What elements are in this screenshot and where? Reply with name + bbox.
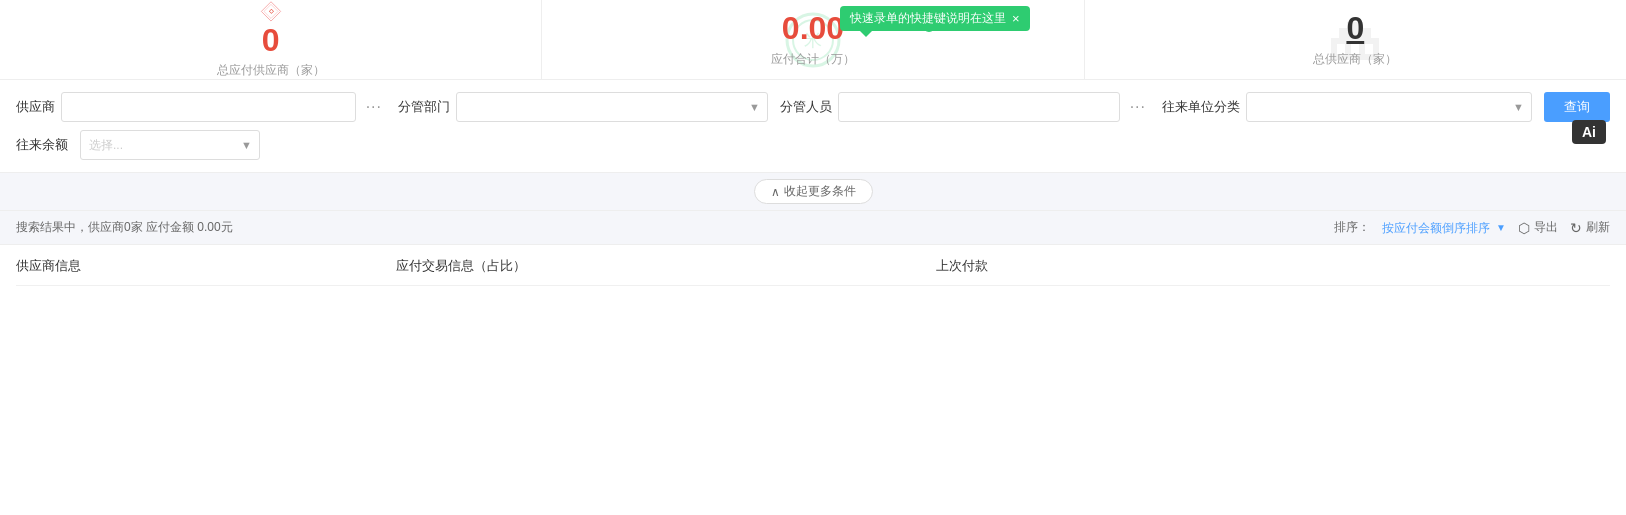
person-ellipsis-btn[interactable]: ··· [1126,98,1150,116]
filter-unit-category: 往来单位分类 ▼ [1162,92,1532,122]
balance-label: 往来余额 [16,136,68,154]
refresh-icon: ↻ [1570,220,1582,236]
balance-select[interactable]: 选择... [80,130,260,160]
export-label: 导出 [1534,219,1558,236]
filter-row-2: 往来余额 选择... ▼ [16,130,1610,160]
collapse-btn-label: 收起更多条件 [784,183,856,200]
sort-label: 排序： [1334,219,1370,236]
person-input[interactable] [838,92,1120,122]
export-button[interactable]: ⬡ 导出 [1518,219,1558,236]
export-icon: ⬡ [1518,220,1530,236]
tooltip-bubble: 快速录单的快捷键说明在这里 × [840,6,1030,31]
person-label: 分管人员 [780,98,832,116]
filter-person: 分管人员 ··· [780,92,1150,122]
collapse-up-icon: ∧ [771,185,780,199]
refresh-label: 刷新 [1586,219,1610,236]
collapse-button[interactable]: ∧ 收起更多条件 [754,179,873,204]
filter-row-1: 供应商 ··· 分管部门 ▼ 分管人员 ··· 往来单位分类 [16,92,1610,122]
balance-select-wrapper: 选择... ▼ [80,130,260,160]
refresh-button[interactable]: ↻ 刷新 [1570,219,1610,236]
total-payable-suppliers-label: 总应付供应商（家） [217,62,325,79]
result-info: 搜索结果中，供应商0家 应付金额 0.00元 [16,219,233,236]
stats-bar: ◇ 0 总应付供应商（家） 快速录单的快捷键说明在这里 × 米 0.00 应付合… [0,0,1626,80]
stat-total-suppliers: 0 总供应商（家） [1085,0,1626,79]
sort-select-wrapper: 按应付会额倒序排序 ▼ [1382,221,1506,235]
supplier-ellipsis-btn[interactable]: ··· [362,98,386,116]
collapse-bar: ∧ 收起更多条件 [0,173,1626,211]
table-header: 供应商信息 应付交易信息（占比） 上次付款 [16,245,1610,286]
unit-category-label: 往来单位分类 [1162,98,1240,116]
total-suppliers-label: 总供应商（家） [1313,51,1397,68]
supplier-label: 供应商 [16,98,55,116]
stat-total-payable-suppliers: ◇ 0 总应付供应商（家） [0,0,542,79]
payable-total-number: 0.00 [782,11,844,46]
tooltip-text: 快速录单的快捷键说明在这里 [850,10,1006,27]
stat-payable-total: 快速录单的快捷键说明在这里 × 米 0.00 应付合计（万） [542,0,1084,79]
col-payment-header: 上次付款 [936,257,1610,275]
svg-text:◇: ◇ [267,7,273,14]
col-supplier-header: 供应商信息 [16,257,396,275]
col-trade-header: 应付交易信息（占比） [396,257,936,275]
department-select[interactable] [456,92,768,122]
filter-area: 供应商 ··· 分管部门 ▼ 分管人员 ··· 往来单位分类 [0,80,1626,173]
total-suppliers-number: 0 [1346,11,1364,46]
department-label: 分管部门 [398,98,450,116]
result-actions: 排序： 按应付会额倒序排序 ▼ ⬡ 导出 ↻ 刷新 [1334,219,1610,236]
diamond-icon: ◇ [245,0,297,23]
sort-select[interactable]: 按应付会额倒序排序 [1382,221,1506,235]
table-area: 供应商信息 应付交易信息（占比） 上次付款 [0,245,1626,286]
ai-badge[interactable]: Ai [1572,120,1606,144]
empty-area [0,286,1626,515]
filter-supplier: 供应商 ··· [16,92,386,122]
query-button[interactable]: 查询 [1544,92,1610,122]
supplier-input[interactable] [61,92,356,122]
unit-category-select[interactable] [1246,92,1532,122]
result-bar: 搜索结果中，供应商0家 应付金额 0.00元 排序： 按应付会额倒序排序 ▼ ⬡… [0,211,1626,245]
total-payable-suppliers-number: 0 [262,23,280,58]
payable-total-label: 应付合计（万） [771,51,855,68]
tooltip-close-btn[interactable]: × [1012,11,1020,26]
filter-department: 分管部门 ▼ [398,92,768,122]
